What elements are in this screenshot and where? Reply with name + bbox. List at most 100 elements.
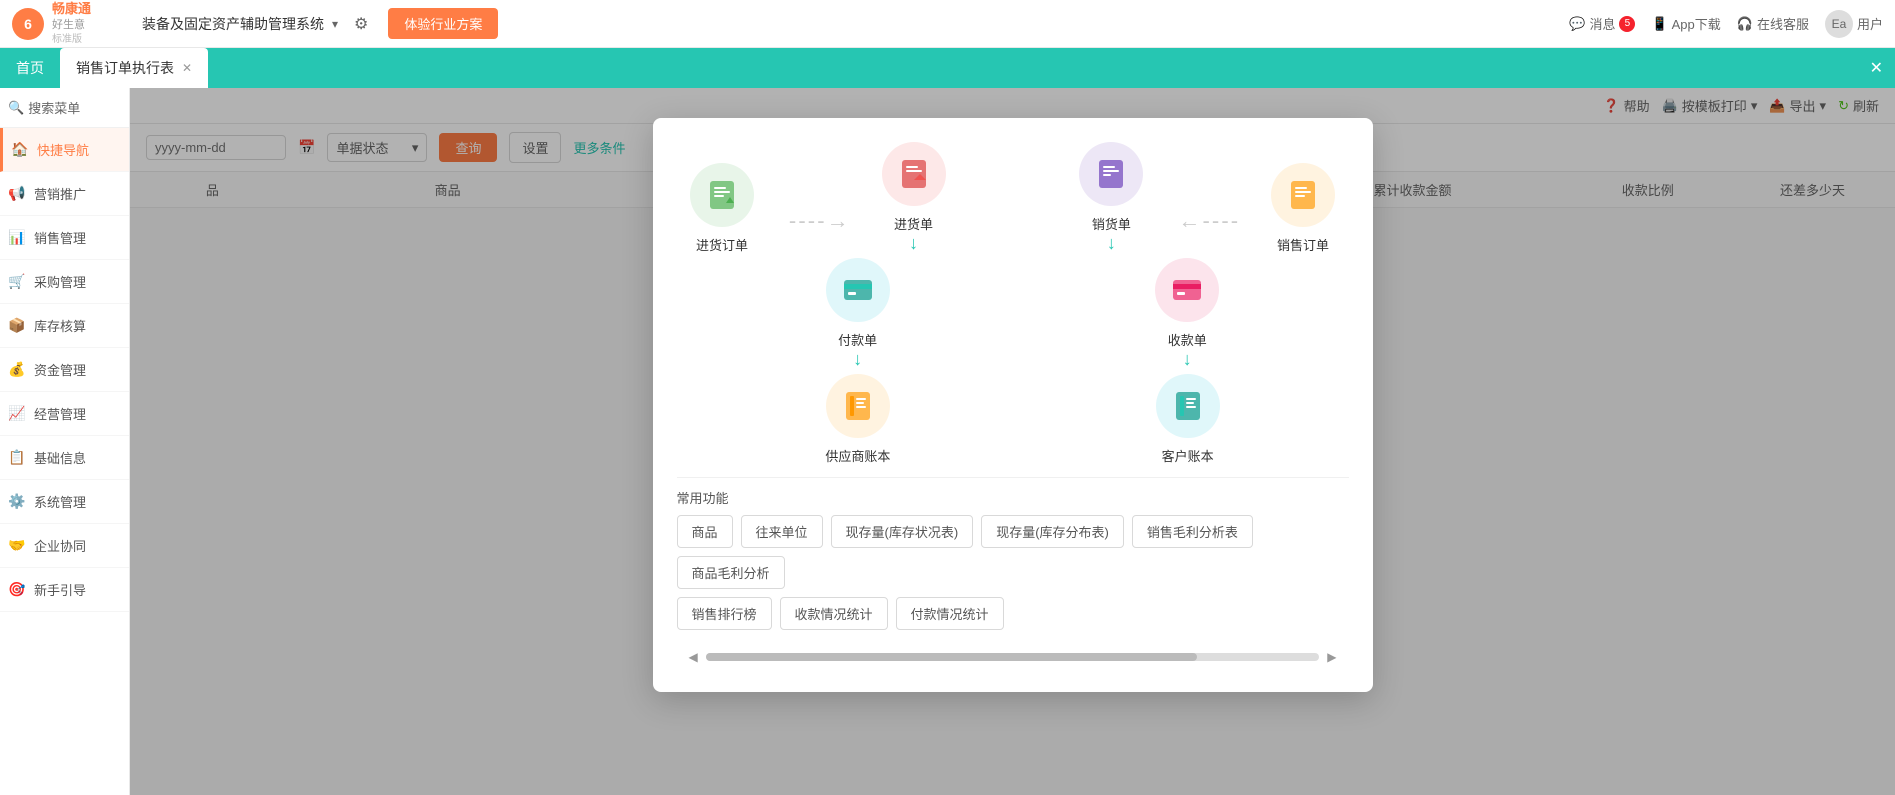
sidebar-item-inventory[interactable]: 📦 库存核算 [0,304,129,348]
sidebar-item-finance[interactable]: 💰 资金管理 [0,348,129,392]
tab-bar: 首页 销售订单执行表 ✕ ✕ [0,48,1895,88]
header: 6 畅康通 好生意 标准版 装备及固定资产辅助管理系统 ▾ ⚙ 体验行业方案 💬… [0,0,1895,48]
message-badge: 5 [1619,16,1635,32]
management-icon: 📈 [8,405,26,423]
flow-node-purchase-order: 进货订单 [690,163,754,254]
purchase-order-circle [690,163,754,227]
supplier-ledger-circle [826,374,890,438]
marketing-icon: 📢 [8,185,26,203]
tab-sales-order[interactable]: 销售订单执行表 ✕ [60,48,208,88]
user-item[interactable]: Ea 用户 [1825,10,1883,38]
arrow-down-sales: ↓ [1107,233,1116,254]
window-close-icon[interactable]: ✕ [1870,60,1883,77]
sidebar: 🔍 搜索菜单 🏠 快捷导航 📢 营销推广 📊 销售管理 🛒 采购管理 📦 库存核… [0,88,130,795]
tab-home[interactable]: 首页 [0,48,60,88]
cf-btn-goods[interactable]: 商品 [677,515,733,548]
sales-bill-label: 销货单 [1092,214,1131,233]
logo-icon: 6 [12,8,44,40]
app-download-item[interactable]: 📱 App下载 [1651,14,1720,33]
receipt-label: 收款单 [1168,330,1207,349]
cf-btn-goods-gross[interactable]: 商品毛利分析 [677,556,785,589]
sidebar-item-marketing[interactable]: 📢 营销推广 [0,172,129,216]
scroll-track[interactable] [706,653,1320,661]
sidebar-item-purchase[interactable]: 🛒 采购管理 [0,260,129,304]
tab-bar-right: ✕ [1870,58,1895,78]
receipt-circle [1155,258,1219,322]
flow-node-sales-bill: 销货单 ↓ [1079,142,1143,254]
arrow-down-payment: ↓ [853,349,862,370]
flow-node-sales-order: 销售订单 [1271,163,1335,254]
customer-ledger-label: 客户账本 [1162,446,1214,465]
payment-circle [826,258,890,322]
sales-order-label: 销售订单 [1277,235,1329,254]
home-icon: 🏠 [11,141,29,159]
sidebar-item-quicknav[interactable]: 🏠 快捷导航 [0,128,129,172]
main-layout: 🔍 搜索菜单 🏠 快捷导航 📢 营销推广 📊 销售管理 🛒 采购管理 📦 库存核… [0,88,1895,795]
common-functions-buttons-row2: 销售排行榜 收款情况统计 付款情况统计 [677,597,1349,630]
settings-icon[interactable]: ⚙ [354,14,368,34]
message-item[interactable]: 💬 消息 5 [1569,14,1635,33]
collab-icon: 🤝 [8,537,26,555]
sales-icon: 📊 [8,229,26,247]
search-icon: 🔍 [8,100,24,116]
trial-button[interactable]: 体验行业方案 [388,8,498,39]
cf-btn-receipt-stats[interactable]: 收款情况统计 [780,597,888,630]
basic-icon: 📋 [8,449,26,467]
arrow-sales-order-to-sales: ← - - - - [1170,208,1244,254]
flow-node-payment: 付款单 ↓ [826,258,890,370]
arrow-purchase-to-in: - - - - → [781,208,855,254]
sidebar-item-guide[interactable]: 🎯 新手引导 [0,568,129,612]
cf-btn-sales-rank[interactable]: 销售排行榜 [677,597,772,630]
purchase-bill-circle [882,142,946,206]
inventory-icon: 📦 [8,317,26,335]
divider [677,477,1349,478]
purchase-icon: 🛒 [8,273,26,291]
flow-node-purchase-bill: 进货单 ↓ [882,142,946,254]
system-title: 装备及固定资产辅助管理系统 [142,14,324,34]
common-functions: 常用功能 商品 往来单位 现存量(库存状况表) 现存量(库存分布表) 销售毛利分… [677,488,1349,630]
guide-icon: 🎯 [8,581,26,599]
scroll-thumb [706,653,1197,661]
cf-btn-sales-gross[interactable]: 销售毛利分析表 [1132,515,1253,548]
message-icon: 💬 [1569,16,1585,32]
sidebar-search[interactable]: 🔍 搜索菜单 [0,88,129,128]
online-service-item[interactable]: 🎧 在线客服 [1737,14,1809,33]
flow-node-customer-ledger: 客户账本 [1156,374,1220,465]
sales-bill-circle [1079,142,1143,206]
cf-btn-stock-status[interactable]: 现存量(库存状况表) [831,515,974,548]
scroll-right-icon[interactable]: ▶ [1327,650,1336,664]
logo-area: 6 畅康通 好生意 标准版 [12,1,142,45]
customer-ledger-circle [1156,374,1220,438]
cf-btn-stock-dist[interactable]: 现存量(库存分布表) [981,515,1124,548]
cf-btn-payment-stats[interactable]: 付款情况统计 [896,597,1004,630]
purchase-order-label: 进货订单 [696,235,748,254]
finance-icon: 💰 [8,361,26,379]
logo-text: 畅康通 好生意 标准版 [52,1,91,45]
purchase-bill-label: 进货单 [894,214,933,233]
supplier-ledger-label: 供应商账本 [825,446,890,465]
avatar: Ea [1825,10,1853,38]
sidebar-item-collab[interactable]: 🤝 企业协同 [0,524,129,568]
flow-node-supplier-ledger: 供应商账本 [825,374,890,465]
flow-node-receipt: 收款单 ↓ [1155,258,1219,370]
system-title-area: 装备及固定资产辅助管理系统 ▾ ⚙ 体验行业方案 [142,8,1569,39]
scroll-bar-row: ◀ ▶ [677,646,1349,668]
sidebar-item-system[interactable]: ⚙️ 系统管理 [0,480,129,524]
cf-btn-partner[interactable]: 往来单位 [741,515,823,548]
common-functions-buttons: 商品 往来单位 现存量(库存状况表) 现存量(库存分布表) 销售毛利分析表 商品… [677,515,1349,589]
service-icon: 🎧 [1737,16,1753,32]
popup-overlay: 进货订单 - - - - → 进货单 [130,88,1895,795]
sidebar-item-basic[interactable]: 📋 基础信息 [0,436,129,480]
arrow-down-receipt: ↓ [1183,349,1192,370]
payment-label: 付款单 [838,330,877,349]
tab-close-icon[interactable]: ✕ [182,61,192,75]
common-functions-title: 常用功能 [677,488,1349,507]
header-right: 💬 消息 5 📱 App下载 🎧 在线客服 Ea 用户 [1569,10,1883,38]
content-area: ❓ 帮助 🖨️ 按模板打印 ▾ 📤 导出 ▾ ↻ 刷新 📅 单据 [130,88,1895,795]
sidebar-item-sales[interactable]: 📊 销售管理 [0,216,129,260]
sidebar-item-management[interactable]: 📈 经营管理 [0,392,129,436]
dropdown-arrow-icon[interactable]: ▾ [332,17,338,31]
sales-order-circle [1271,163,1335,227]
arrow-down-purchase: ↓ [909,233,918,254]
scroll-left-icon[interactable]: ◀ [689,650,698,664]
